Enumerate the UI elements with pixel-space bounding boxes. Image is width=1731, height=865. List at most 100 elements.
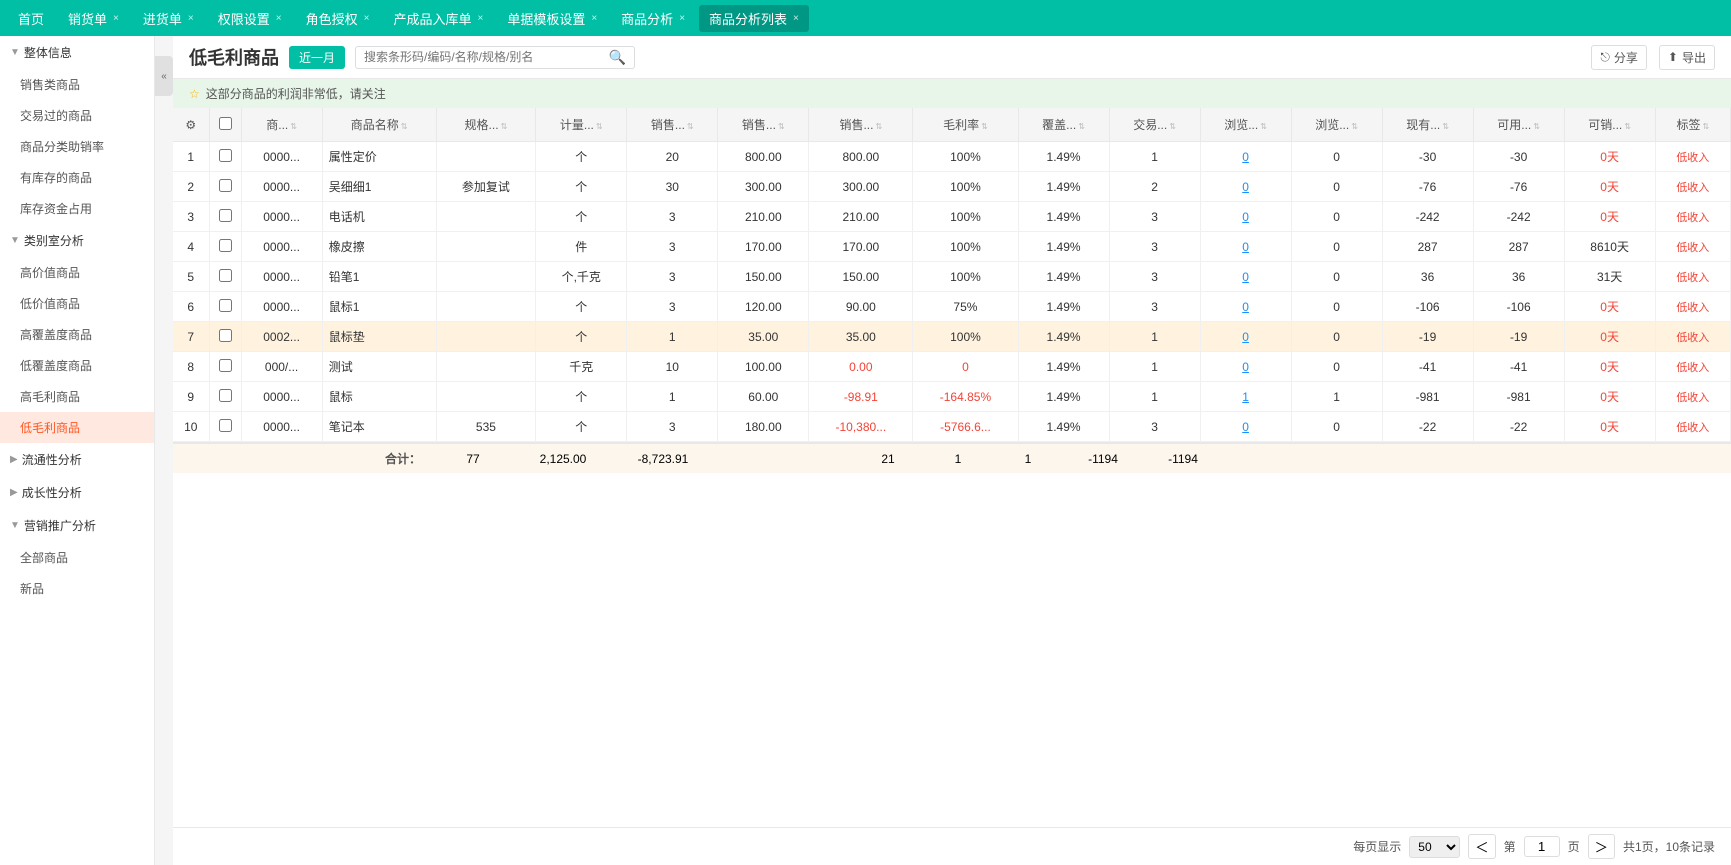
sidebar-item-in-stock[interactable]: 有库存的商品 [0, 162, 154, 193]
cell-browse1[interactable]: 0 [1200, 262, 1291, 292]
th-name[interactable]: 商品名称⇅ [322, 108, 436, 142]
nav-template-settings[interactable]: 单据模板设置 × [497, 5, 607, 32]
cell-checkbox[interactable] [209, 292, 241, 322]
share-button[interactable]: ⎋ 分享 [1591, 45, 1647, 70]
th-saleable[interactable]: 可销...⇅ [1564, 108, 1655, 142]
th-trade[interactable]: 交易...⇅ [1109, 108, 1200, 142]
cell-browse1[interactable]: 0 [1200, 292, 1291, 322]
cell-checkbox[interactable] [209, 352, 241, 382]
sidebar-item-new-products[interactable]: 新品 [0, 573, 154, 604]
sidebar-item-inventory-capital[interactable]: 库存资金占用 [0, 193, 154, 224]
sidebar-group-overall[interactable]: ▼ 整体信息 [0, 36, 154, 69]
sidebar-item-high-value[interactable]: 高价值商品 [0, 257, 154, 288]
cell-checkbox[interactable] [209, 172, 241, 202]
sidebar-group-growth[interactable]: ▶ 成长性分析 [0, 476, 154, 509]
sidebar-item-high-profit[interactable]: 高毛利商品 [0, 381, 154, 412]
row-checkbox[interactable] [219, 419, 232, 432]
cell-name: 鼠标垫 [322, 322, 436, 352]
th-settings[interactable]: ⚙ [173, 108, 209, 142]
th-checkbox[interactable] [209, 108, 241, 142]
sidebar-group-category[interactable]: ▼ 类别室分析 [0, 224, 154, 257]
cell-browse1[interactable]: 0 [1200, 412, 1291, 442]
row-checkbox[interactable] [219, 149, 232, 162]
sidebar-item-low-coverage[interactable]: 低覆盖度商品 [0, 350, 154, 381]
close-icon[interactable]: × [364, 13, 370, 24]
nav-sales-order[interactable]: 销货单 × [58, 5, 129, 32]
cell-browse1[interactable]: 0 [1200, 232, 1291, 262]
nav-permission[interactable]: 权限设置 × [208, 5, 292, 32]
search-icon[interactable]: 🔍 [609, 49, 626, 66]
search-input[interactable] [364, 50, 609, 64]
close-icon[interactable]: × [793, 13, 799, 24]
cell-checkbox[interactable] [209, 262, 241, 292]
close-icon[interactable]: × [679, 13, 685, 24]
table-row: 10 0000... 笔记本 535 个 3 180.00 -10,380...… [173, 412, 1731, 442]
cell-checkbox[interactable] [209, 202, 241, 232]
th-available[interactable]: 可用...⇅ [1473, 108, 1564, 142]
th-spec[interactable]: 规格...⇅ [436, 108, 536, 142]
th-sale-profit[interactable]: 销售...⇅ [809, 108, 913, 142]
cell-checkbox[interactable] [209, 142, 241, 172]
row-checkbox[interactable] [219, 269, 232, 282]
sidebar-collapse-button[interactable]: « [155, 56, 173, 96]
cell-browse1[interactable]: 0 [1200, 172, 1291, 202]
sidebar-group-marketing[interactable]: ▼ 营销推广分析 [0, 509, 154, 542]
prev-page-button[interactable]: ＜ [1468, 834, 1495, 859]
nav-product-analysis[interactable]: 商品分析 × [611, 5, 695, 32]
cell-sale-amount: 170.00 [718, 232, 809, 262]
sidebar-item-low-profit[interactable]: 低毛利商品 [0, 412, 154, 443]
nav-home[interactable]: 首页 [8, 5, 54, 32]
cell-browse1[interactable]: 0 [1200, 322, 1291, 352]
page-title: 低毛利商品 [189, 44, 279, 70]
main-layout: ▼ 整体信息 销售类商品 交易过的商品 商品分类助销率 有库存的商品 库存资金占… [0, 36, 1731, 865]
th-browse2[interactable]: 浏览...⇅ [1291, 108, 1382, 142]
row-checkbox[interactable] [219, 359, 232, 372]
cell-browse1[interactable]: 0 [1200, 352, 1291, 382]
row-checkbox[interactable] [219, 389, 232, 402]
nav-purchase-order[interactable]: 进货单 × [133, 5, 204, 32]
page-size-select[interactable]: 50 100 200 [1409, 836, 1460, 858]
export-button[interactable]: ⬆ 导出 [1659, 45, 1715, 70]
row-checkbox[interactable] [219, 239, 232, 252]
nav-product-analysis-list[interactable]: 商品分析列表 × [699, 5, 809, 32]
row-checkbox[interactable] [219, 299, 232, 312]
close-icon[interactable]: × [188, 13, 194, 24]
cell-checkbox[interactable] [209, 412, 241, 442]
th-unit[interactable]: 计量...⇅ [536, 108, 627, 142]
cell-browse1[interactable]: 0 [1200, 142, 1291, 172]
cell-browse1[interactable]: 1 [1200, 382, 1291, 412]
th-current-stock[interactable]: 现有...⇅ [1382, 108, 1473, 142]
sidebar-item-category-sales-rate[interactable]: 商品分类助销率 [0, 131, 154, 162]
close-icon[interactable]: × [276, 13, 282, 24]
sidebar-item-sales-products[interactable]: 销售类商品 [0, 69, 154, 100]
th-code[interactable]: 商...⇅ [241, 108, 322, 142]
sidebar-item-low-value[interactable]: 低价值商品 [0, 288, 154, 319]
select-all-checkbox[interactable] [219, 117, 232, 130]
period-button[interactable]: 近一月 [289, 46, 345, 69]
sidebar-item-all-products[interactable]: 全部商品 [0, 542, 154, 573]
sidebar-item-traded-products[interactable]: 交易过的商品 [0, 100, 154, 131]
sidebar-group-circulation[interactable]: ▶ 流通性分析 [0, 443, 154, 476]
page-number-input[interactable] [1524, 836, 1560, 857]
th-tag[interactable]: 标签⇅ [1655, 108, 1730, 142]
next-page-button[interactable]: ＞ [1588, 834, 1615, 859]
cell-checkbox[interactable] [209, 322, 241, 352]
cell-checkbox[interactable] [209, 382, 241, 412]
row-checkbox[interactable] [219, 329, 232, 342]
close-icon[interactable]: × [477, 13, 483, 24]
th-sale-qty[interactable]: 销售...⇅ [627, 108, 718, 142]
nav-product-inbound[interactable]: 产成品入库单 × [383, 5, 493, 32]
th-gross-rate[interactable]: 毛利率⇅ [913, 108, 1018, 142]
th-sale-amount[interactable]: 销售...⇅ [718, 108, 809, 142]
cell-gross-rate: 0 [913, 352, 1018, 382]
nav-role-auth[interactable]: 角色授权 × [296, 5, 380, 32]
cell-browse1[interactable]: 0 [1200, 202, 1291, 232]
th-coverage[interactable]: 覆盖...⇅ [1018, 108, 1109, 142]
row-checkbox[interactable] [219, 179, 232, 192]
sidebar-item-high-coverage[interactable]: 高覆盖度商品 [0, 319, 154, 350]
cell-checkbox[interactable] [209, 232, 241, 262]
th-browse1[interactable]: 浏览...⇅ [1200, 108, 1291, 142]
close-icon[interactable]: × [113, 13, 119, 24]
row-checkbox[interactable] [219, 209, 232, 222]
close-icon[interactable]: × [591, 13, 597, 24]
